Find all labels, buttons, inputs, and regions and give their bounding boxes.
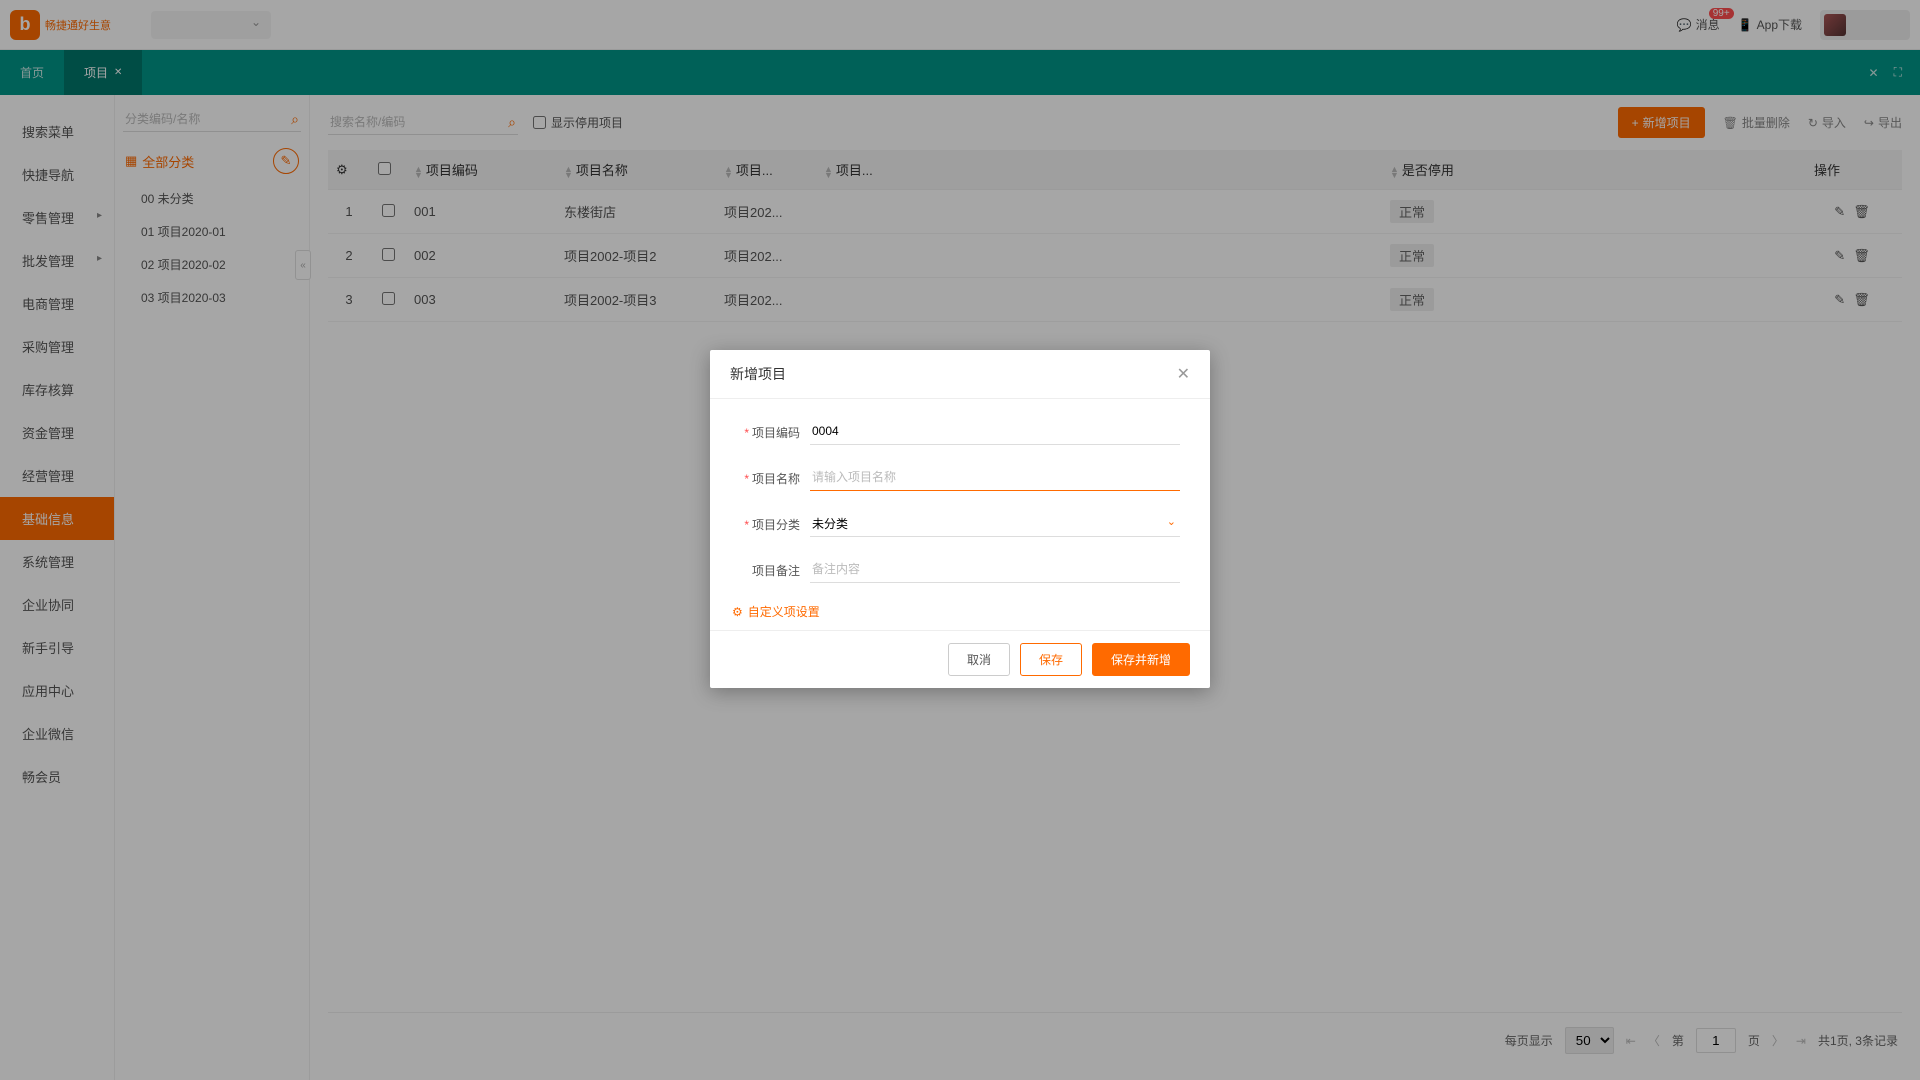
gear-icon: ⚙	[732, 605, 743, 619]
label-text: 项目分类	[752, 518, 800, 532]
label-text: 项目备注	[752, 564, 800, 578]
dialog-header: 新增项目 ✕	[710, 350, 1210, 399]
label-text: 项目名称	[752, 472, 800, 486]
cancel-button[interactable]: 取消	[948, 643, 1010, 676]
cat-label: *项目分类	[730, 516, 810, 533]
code-label: *项目编码	[730, 424, 810, 441]
btn-label: 保存并新增	[1111, 653, 1171, 667]
form-row-code: *项目编码	[730, 419, 1180, 445]
custom-label: 自定义项设置	[748, 603, 820, 620]
form-row-name: *项目名称	[730, 465, 1180, 491]
add-project-dialog: 新增项目 ✕ *项目编码 *项目名称 *项目分类 ⌄ 项目备注	[710, 350, 1210, 688]
name-input[interactable]	[810, 465, 1180, 491]
btn-label: 取消	[967, 653, 991, 667]
form-row-cat: *项目分类 ⌄	[730, 511, 1180, 537]
modal-mask: 新增项目 ✕ *项目编码 *项目名称 *项目分类 ⌄ 项目备注	[0, 0, 1920, 1080]
form-row-remark: 项目备注	[730, 557, 1180, 583]
dialog-body: *项目编码 *项目名称 *项目分类 ⌄ 项目备注 ⚙ 自定义项设置	[710, 399, 1210, 630]
name-label: *项目名称	[730, 470, 810, 487]
remark-input[interactable]	[810, 557, 1180, 583]
chevron-down-icon: ⌄	[1167, 515, 1176, 528]
dialog-title: 新增项目	[730, 364, 786, 384]
btn-label: 保存	[1039, 653, 1063, 667]
label-text: 项目编码	[752, 426, 800, 440]
custom-fields-link[interactable]: ⚙ 自定义项设置	[730, 603, 1180, 620]
cat-select[interactable]	[810, 511, 1180, 537]
dialog-close-button[interactable]: ✕	[1177, 364, 1190, 384]
code-input[interactable]	[810, 419, 1180, 445]
dialog-footer: 取消 保存 保存并新增	[710, 630, 1210, 688]
remark-label: 项目备注	[730, 562, 810, 579]
save-button[interactable]: 保存	[1020, 643, 1082, 676]
save-and-new-button[interactable]: 保存并新增	[1092, 643, 1190, 676]
